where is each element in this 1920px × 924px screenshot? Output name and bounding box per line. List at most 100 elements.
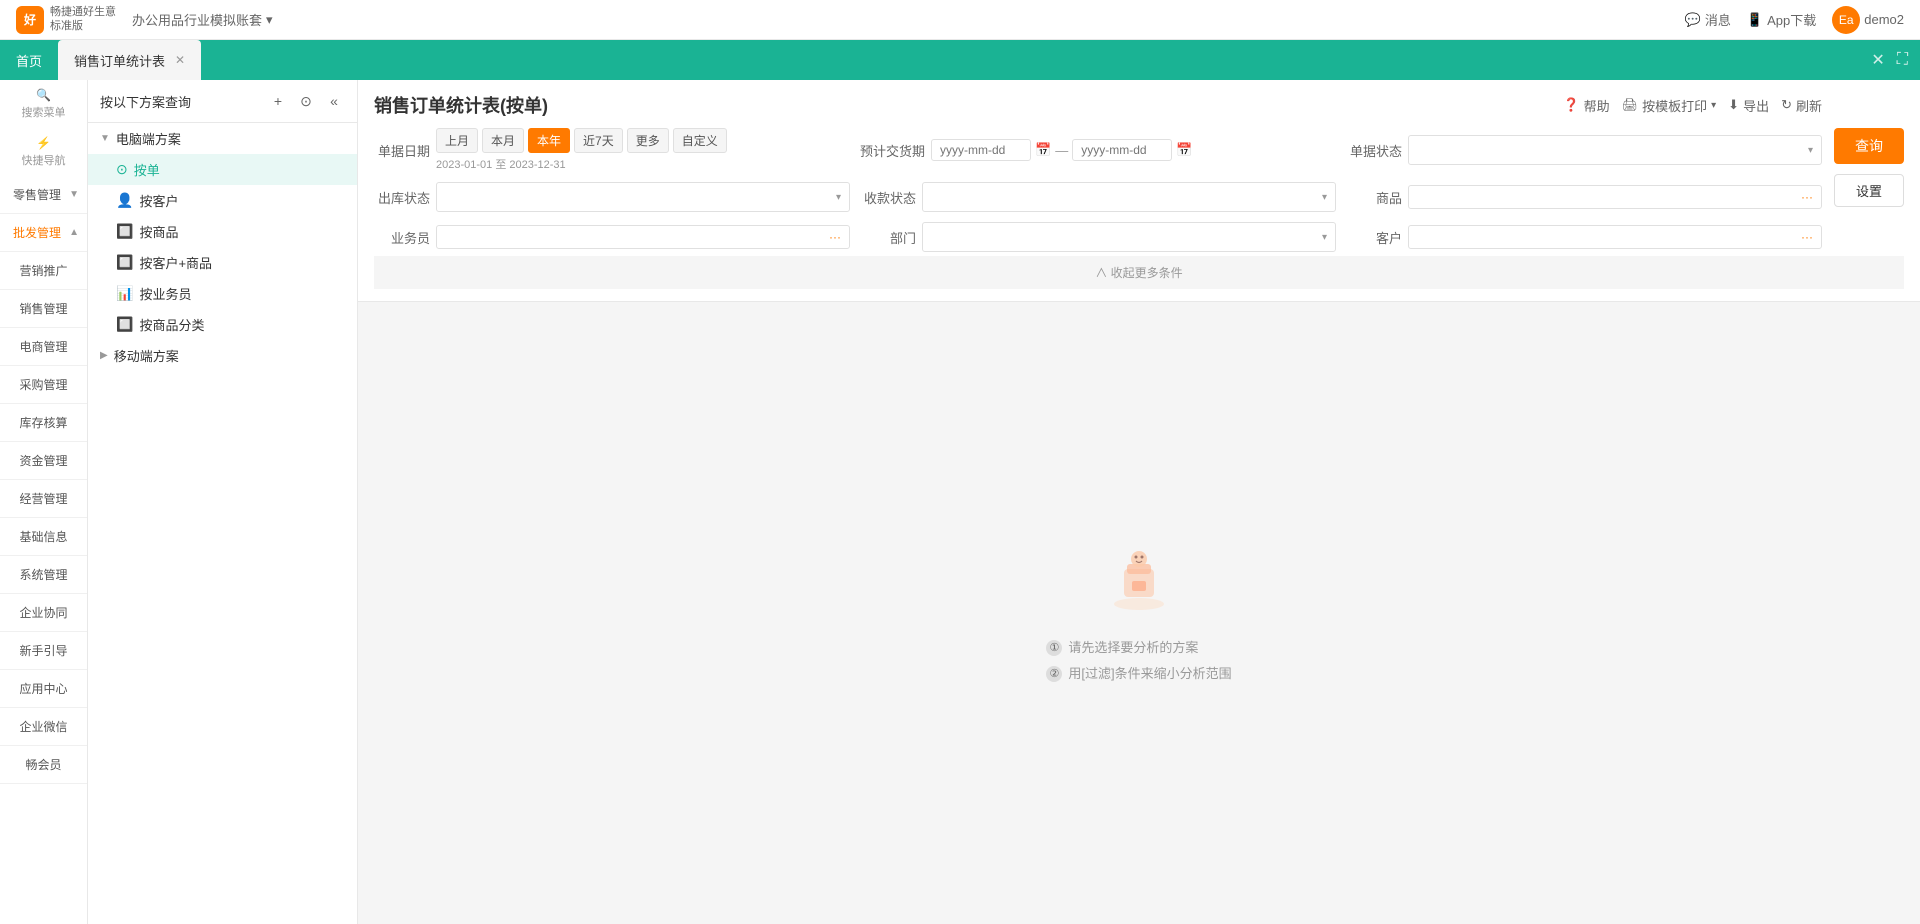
- tree-item-by-customer-product[interactable]: 🔲 按客户+商品: [88, 247, 357, 278]
- tree-item-by-order-label: 按单: [134, 160, 160, 179]
- salesperson-input[interactable]: ···: [436, 225, 850, 249]
- sidebar-item-purchase[interactable]: 采购管理: [0, 366, 87, 404]
- tree-section-pc[interactable]: ▼ 电脑端方案: [88, 123, 357, 154]
- by-salesperson-icon: 📊: [116, 285, 133, 302]
- collapse-panel-button[interactable]: «: [323, 90, 345, 112]
- sidebar-item-enterprise[interactable]: 企业协同: [0, 594, 87, 632]
- sidebar-search-menu[interactable]: 🔍 搜索菜单: [0, 80, 87, 128]
- delivery-date-end-input[interactable]: [1072, 139, 1172, 161]
- right-panel: 销售订单统计表(按单) ❓ 帮助 🖨 按模板打印 ▾: [358, 80, 1920, 924]
- sidebar-item-sales[interactable]: 销售管理: [0, 290, 87, 328]
- app-selector[interactable]: 办公用品行业模拟账套 ▾: [124, 6, 281, 33]
- sidebar-item-member[interactable]: 畅会员: [0, 746, 87, 784]
- tree-item-by-product-label: 按商品: [139, 222, 178, 241]
- settings-button[interactable]: 设置: [1834, 174, 1904, 207]
- wholesale-arrow-icon: ▲: [69, 227, 79, 238]
- sidebar-item-newbie[interactable]: 新手引导: [0, 632, 87, 670]
- product-more-icon[interactable]: ···: [1801, 190, 1813, 204]
- tab-expand-button[interactable]: ⛶: [1893, 47, 1912, 73]
- product-input[interactable]: ···: [1408, 185, 1822, 209]
- delivery-status-select[interactable]: ▾: [436, 182, 850, 212]
- date-btn-last-month[interactable]: 上月: [436, 128, 478, 153]
- department-arrow-icon: ▾: [1322, 232, 1327, 243]
- doc-status-label: 单据状态: [1346, 141, 1402, 160]
- payment-status-arrow-icon: ▾: [1322, 192, 1327, 203]
- sidebar-item-appstore[interactable]: 应用中心: [0, 670, 87, 708]
- left-panel-header: 按以下方案查询 + ⊙ «: [88, 80, 357, 123]
- date-btn-this-month[interactable]: 本月: [482, 128, 524, 153]
- message-icon: 💬: [1685, 12, 1701, 28]
- sidebar-quick-nav[interactable]: ⚡ 快捷导航: [0, 128, 87, 176]
- salesperson-cell: 业务员 ···: [374, 225, 850, 249]
- salesperson-more-icon[interactable]: ···: [829, 230, 841, 244]
- top-bar-right: 💬 消息 📱 App下载 Ea demo2: [1685, 6, 1904, 34]
- print-icon: 🖨: [1622, 97, 1639, 113]
- sidebar-item-operations[interactable]: 经营管理: [0, 480, 87, 518]
- page-title: 销售订单统计表(按单): [374, 92, 548, 118]
- doc-status-cell: 单据状态 ▾: [1346, 135, 1822, 165]
- delivery-status-cell: 出库状态 ▾: [374, 182, 850, 212]
- sidebar-item-retail[interactable]: 零售管理 ▼: [0, 176, 87, 214]
- customer-more-icon[interactable]: ···: [1801, 230, 1813, 244]
- filter-header: 销售订单统计表(按单) ❓ 帮助 🖨 按模板打印 ▾: [374, 92, 1822, 118]
- collapse-bar[interactable]: ∧ 收起更多条件: [374, 256, 1904, 289]
- sidebar-item-finance[interactable]: 资金管理: [0, 442, 87, 480]
- quick-nav-icon: ⚡: [4, 136, 83, 150]
- help-button[interactable]: ❓ 帮助: [1563, 96, 1609, 115]
- sidebar-item-marketing[interactable]: 营销推广: [0, 252, 87, 290]
- sidebar-item-basic[interactable]: 基础信息: [0, 518, 87, 556]
- empty-illustration: [1099, 539, 1179, 619]
- tab-close-icon[interactable]: ✕: [175, 53, 185, 67]
- empty-tip-2: ② 用[过滤]条件来缩小分析范围: [1046, 661, 1231, 687]
- main-layout: 🔍 搜索菜单 ⚡ 快捷导航 零售管理 ▼ 批发管理 ▲ 营销推广 销售管理 电商…: [0, 80, 1920, 924]
- tree-item-by-category[interactable]: 🔲 按商品分类: [88, 309, 357, 340]
- delivery-status-label: 出库状态: [374, 188, 430, 207]
- sidebar-item-wholesale[interactable]: 批发管理 ▲: [0, 214, 87, 252]
- by-category-icon: 🔲: [116, 316, 133, 333]
- by-customer-product-icon: 🔲: [116, 254, 133, 271]
- date-btn-last-7[interactable]: 近7天: [574, 128, 623, 153]
- date-btn-this-year[interactable]: 本年: [528, 128, 570, 153]
- message-button[interactable]: 💬 消息: [1685, 10, 1731, 29]
- tab-home[interactable]: 首页: [0, 40, 58, 80]
- customer-input[interactable]: ···: [1408, 225, 1822, 249]
- tab-close-window-button[interactable]: ✕: [1867, 46, 1888, 74]
- date-btn-custom[interactable]: 自定义: [673, 128, 727, 153]
- app-download-button[interactable]: 📱 App下载: [1747, 10, 1816, 29]
- tree-item-by-order[interactable]: ⊙ 按单: [88, 154, 357, 185]
- top-bar: 好 畅捷通好生意 标准版 办公用品行业模拟账套 ▾ 💬 消息 📱 App下载 E…: [0, 0, 1920, 40]
- print-button[interactable]: 🖨 按模板打印 ▾: [1622, 96, 1717, 115]
- tree-section-mobile[interactable]: ▶ 移动端方案: [88, 340, 357, 371]
- tip-1-text: 请先选择要分析的方案: [1068, 635, 1198, 661]
- sidebar-item-inventory[interactable]: 库存核算: [0, 404, 87, 442]
- print-arrow-icon: ▾: [1711, 100, 1716, 111]
- doc-status-arrow-icon: ▾: [1808, 145, 1813, 156]
- settings-scheme-button[interactable]: ⊙: [295, 90, 317, 112]
- delivery-status-arrow-icon: ▾: [836, 192, 841, 203]
- export-button[interactable]: ⬇ 导出: [1728, 96, 1769, 115]
- cal-icon-start[interactable]: 📅: [1035, 142, 1051, 158]
- user-profile[interactable]: Ea demo2: [1832, 6, 1904, 34]
- date-btn-more[interactable]: 更多: [627, 128, 669, 153]
- tree-item-by-product[interactable]: 🔲 按商品: [88, 216, 357, 247]
- sidebar-item-system[interactable]: 系统管理: [0, 556, 87, 594]
- query-button[interactable]: 查询: [1834, 128, 1904, 164]
- sidebar-item-ecommerce[interactable]: 电商管理: [0, 328, 87, 366]
- delivery-date-start-input[interactable]: [931, 139, 1031, 161]
- refresh-icon: ↻: [1781, 97, 1792, 113]
- date-filter-cell: 单据日期 上月 本月 本年 近7天 更多 自定义: [374, 128, 850, 172]
- doc-status-select[interactable]: ▾: [1408, 135, 1822, 165]
- tree-item-by-salesperson[interactable]: 📊 按业务员: [88, 278, 357, 309]
- cal-icon-end[interactable]: 📅: [1176, 142, 1192, 158]
- refresh-button[interactable]: ↻ 刷新: [1781, 96, 1822, 115]
- tab-sales-stats[interactable]: 销售订单统计表 ✕: [58, 40, 201, 80]
- help-icon: ❓: [1563, 97, 1579, 113]
- payment-status-select[interactable]: ▾: [922, 182, 1336, 212]
- top-bar-left: 好 畅捷通好生意 标准版 办公用品行业模拟账套 ▾: [16, 6, 281, 34]
- left-panel-title: 按以下方案查询: [100, 92, 191, 111]
- add-scheme-button[interactable]: +: [267, 90, 289, 112]
- department-select[interactable]: ▾: [922, 222, 1336, 252]
- tree-item-by-customer[interactable]: 👤 按客户: [88, 185, 357, 216]
- tip-2-num: ②: [1046, 666, 1062, 682]
- sidebar-item-wechat[interactable]: 企业微信: [0, 708, 87, 746]
